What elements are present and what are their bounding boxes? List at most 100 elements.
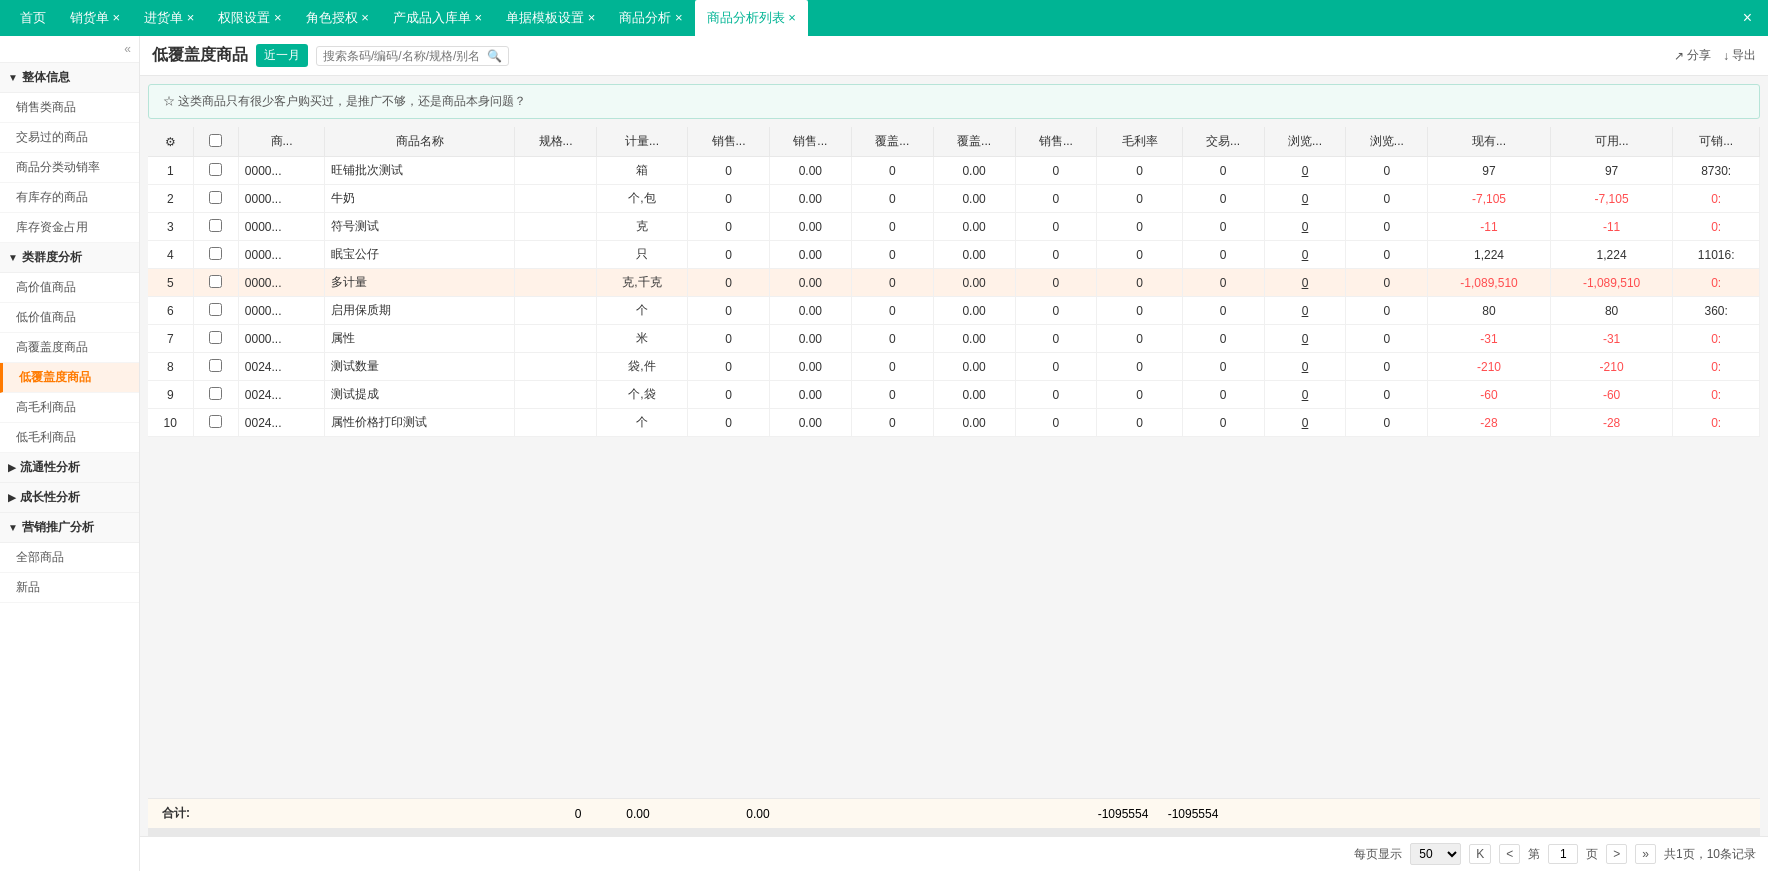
- next-page-button[interactable]: >: [1606, 844, 1627, 864]
- cell-checkbox[interactable]: [193, 213, 238, 241]
- page-size-select[interactable]: 50 20 100: [1410, 843, 1461, 865]
- col-sales2[interactable]: 销售...: [769, 127, 851, 157]
- cell-browse1[interactable]: 0: [1264, 381, 1346, 409]
- sidebar-item-traded-products[interactable]: 交易过的商品: [0, 123, 139, 153]
- col-checkbox: [193, 127, 238, 157]
- cell-checkbox[interactable]: [193, 269, 238, 297]
- nav-permissions[interactable]: 权限设置 ×: [206, 0, 293, 36]
- cell-checkbox[interactable]: [193, 241, 238, 269]
- cell-checkbox[interactable]: [193, 157, 238, 185]
- sidebar-item-inventory-capital[interactable]: 库存资金占用: [0, 213, 139, 243]
- row-checkbox[interactable]: [209, 303, 222, 316]
- cell-browse1[interactable]: 0: [1264, 157, 1346, 185]
- cell-unit: 个,包: [596, 185, 687, 213]
- page-number-input[interactable]: [1548, 844, 1578, 864]
- col-margin[interactable]: 毛利率: [1097, 127, 1182, 157]
- search-input[interactable]: [323, 49, 483, 63]
- row-checkbox[interactable]: [209, 191, 222, 204]
- cell-spec: [515, 297, 597, 325]
- row-checkbox[interactable]: [209, 163, 222, 176]
- nav-sales[interactable]: 销货单 ×: [58, 0, 132, 36]
- sidebar-group-cluster[interactable]: ▼ 类群度分析: [0, 243, 139, 273]
- row-checkbox[interactable]: [209, 359, 222, 372]
- nav-purchase[interactable]: 进货单 ×: [132, 0, 206, 36]
- col-settings[interactable]: ⚙: [148, 127, 193, 157]
- sidebar-item-low-value[interactable]: 低价值商品: [0, 303, 139, 333]
- row-checkbox[interactable]: [209, 415, 222, 428]
- cell-browse1[interactable]: 0: [1264, 269, 1346, 297]
- cell-browse1[interactable]: 0: [1264, 241, 1346, 269]
- cell-checkbox[interactable]: [193, 409, 238, 437]
- col-unit[interactable]: 计量...: [596, 127, 687, 157]
- sidebar-item-low-margin[interactable]: 低毛利商品: [0, 423, 139, 453]
- cell-unit: 个,袋: [596, 381, 687, 409]
- col-cover2[interactable]: 覆盖...: [933, 127, 1015, 157]
- row-checkbox[interactable]: [209, 275, 222, 288]
- col-name[interactable]: 商品名称: [325, 127, 515, 157]
- sidebar-item-all-products[interactable]: 全部商品: [0, 543, 139, 573]
- nav-roles[interactable]: 角色授权 ×: [294, 0, 381, 36]
- content-area: 低覆盖度商品 近一月 🔍 ↗ 分享 ↓ 导出 ☆ 这类商品只有很少客户购买过，是…: [140, 36, 1768, 871]
- row-checkbox[interactable]: [209, 387, 222, 400]
- sidebar-item-high-margin[interactable]: 高毛利商品: [0, 393, 139, 423]
- cell-checkbox[interactable]: [193, 381, 238, 409]
- col-sellable[interactable]: 可销...: [1673, 127, 1760, 157]
- select-all-checkbox[interactable]: [209, 134, 222, 147]
- row-checkbox[interactable]: [209, 247, 222, 260]
- nav-home[interactable]: 首页: [8, 0, 58, 36]
- cell-current: -60: [1428, 381, 1551, 409]
- sidebar-item-category-rate[interactable]: 商品分类动销率: [0, 153, 139, 183]
- cell-checkbox[interactable]: [193, 297, 238, 325]
- row-checkbox[interactable]: [209, 219, 222, 232]
- total-sales2: 0.00: [608, 807, 668, 821]
- col-current[interactable]: 现有...: [1428, 127, 1551, 157]
- export-button[interactable]: ↓ 导出: [1723, 47, 1756, 64]
- cell-cover1: 0: [851, 157, 933, 185]
- sidebar-item-stock-products[interactable]: 有库存的商品: [0, 183, 139, 213]
- cell-no: 9: [148, 381, 193, 409]
- sidebar-item-sales-products[interactable]: 销售类商品: [0, 93, 139, 123]
- sidebar-item-high-coverage[interactable]: 高覆盖度商品: [0, 333, 139, 363]
- cell-checkbox[interactable]: [193, 325, 238, 353]
- col-code[interactable]: 商...: [238, 127, 325, 157]
- sidebar-item-new-products[interactable]: 新品: [0, 573, 139, 603]
- share-button[interactable]: ↗ 分享: [1674, 47, 1711, 64]
- col-sales3[interactable]: 销售...: [1015, 127, 1097, 157]
- table-row: 5 0000... 多计量 克,千克 0 0.00 0 0.00 0 0 0 0…: [148, 269, 1760, 297]
- nav-template[interactable]: 单据模板设置 ×: [494, 0, 607, 36]
- cell-browse1[interactable]: 0: [1264, 185, 1346, 213]
- prev-page-button[interactable]: <: [1499, 844, 1520, 864]
- col-browse1[interactable]: 浏览...: [1264, 127, 1346, 157]
- nav-product-analysis[interactable]: 商品分析 ×: [607, 0, 694, 36]
- sidebar-item-low-coverage[interactable]: 低覆盖度商品: [0, 363, 139, 393]
- col-browse2[interactable]: 浏览...: [1346, 127, 1428, 157]
- search-icon[interactable]: 🔍: [487, 49, 502, 63]
- col-spec[interactable]: 规格...: [515, 127, 597, 157]
- time-filter-button[interactable]: 近一月: [256, 44, 308, 67]
- col-sales1[interactable]: 销售...: [688, 127, 770, 157]
- sidebar-collapse-button[interactable]: «: [0, 36, 139, 63]
- sidebar-item-high-value[interactable]: 高价值商品: [0, 273, 139, 303]
- nav-product-analysis-list[interactable]: 商品分析列表 ×: [695, 0, 808, 36]
- sidebar-group-circulation[interactable]: ▶ 流通性分析: [0, 453, 139, 483]
- row-checkbox[interactable]: [209, 331, 222, 344]
- cell-browse1[interactable]: 0: [1264, 297, 1346, 325]
- nav-product-entry[interactable]: 产成品入库单 ×: [381, 0, 494, 36]
- sidebar-group-marketing[interactable]: ▼ 营销推广分析: [0, 513, 139, 543]
- cell-browse1[interactable]: 0: [1264, 353, 1346, 381]
- cell-checkbox[interactable]: [193, 353, 238, 381]
- cell-browse1[interactable]: 0: [1264, 213, 1346, 241]
- cell-browse1[interactable]: 0: [1264, 409, 1346, 437]
- sidebar-group-overall[interactable]: ▼ 整体信息: [0, 63, 139, 93]
- cell-browse1[interactable]: 0: [1264, 325, 1346, 353]
- col-cover1[interactable]: 覆盖...: [851, 127, 933, 157]
- table-container[interactable]: ⚙ 商... 商品名称 规格... 计量... 销售... 销售... 覆盖..…: [148, 127, 1760, 798]
- col-available[interactable]: 可用...: [1550, 127, 1673, 157]
- cell-checkbox[interactable]: [193, 185, 238, 213]
- col-trade[interactable]: 交易...: [1182, 127, 1264, 157]
- cell-spec: [515, 241, 597, 269]
- first-page-button[interactable]: K: [1469, 844, 1491, 864]
- close-button[interactable]: ×: [1735, 9, 1760, 27]
- sidebar-group-growth[interactable]: ▶ 成长性分析: [0, 483, 139, 513]
- last-page-button[interactable]: »: [1635, 844, 1656, 864]
